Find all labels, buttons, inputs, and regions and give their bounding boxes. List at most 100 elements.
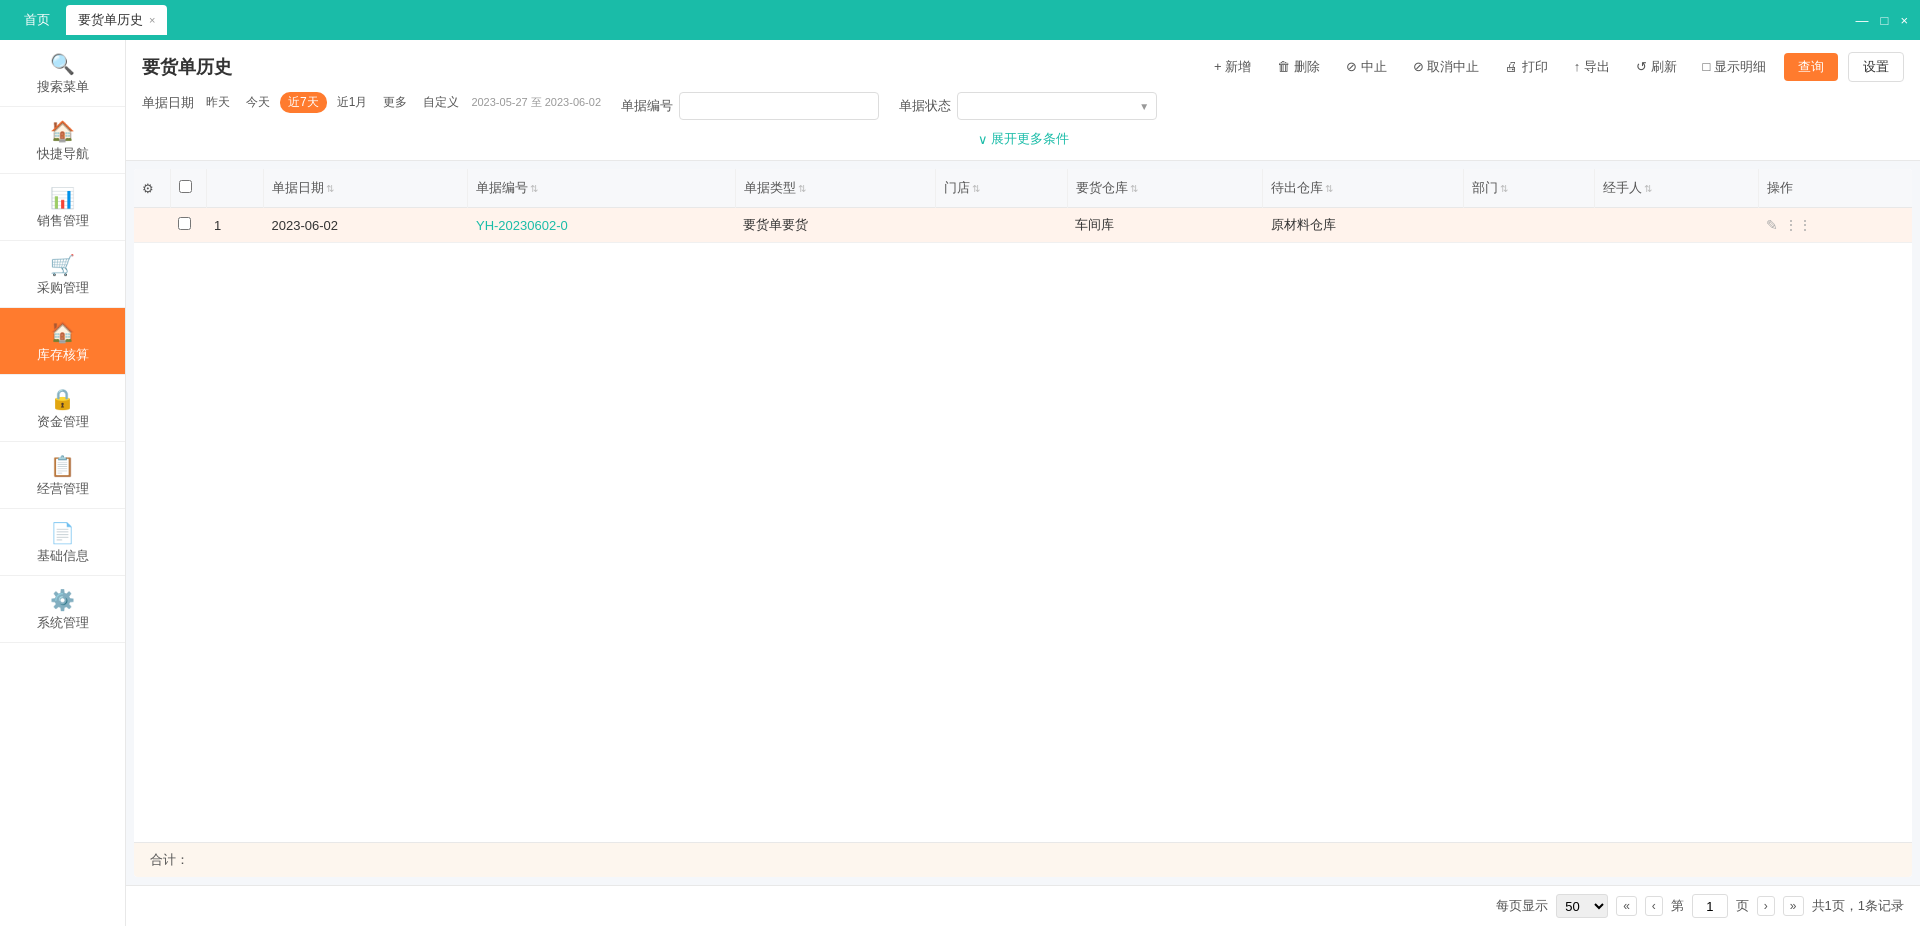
date-btn-custom[interactable]: 自定义 bbox=[417, 92, 465, 113]
docno-link[interactable]: YH-20230602-0 bbox=[476, 218, 568, 233]
export-button[interactable]: ↑ 导出 bbox=[1566, 54, 1618, 80]
sidebar-item-system[interactable]: ⚙️ 系统管理 bbox=[0, 576, 125, 643]
sort-reqwh-icon: ⇅ bbox=[1130, 183, 1138, 194]
col-index-header bbox=[206, 169, 264, 208]
sort-store-icon: ⇅ bbox=[972, 183, 980, 194]
sort-date[interactable]: 单据日期 ⇅ bbox=[272, 179, 334, 197]
row-checkbox[interactable] bbox=[178, 217, 191, 230]
pagination-bar: 每页显示 50 100 200 « ‹ 第 页 › » 共1页，1条记录 bbox=[126, 885, 1920, 926]
sidebar-item-search[interactable]: 🔍 搜索菜单 bbox=[0, 40, 125, 107]
sort-handler-icon: ⇅ bbox=[1644, 183, 1652, 194]
page-title-row: 要货单历史 + 新增 🗑 删除 ⊘ 中止 ⊘ 取消中止 🖨 打印 ↑ 导出 ↺ … bbox=[142, 52, 1904, 82]
window-minimize-btn[interactable]: — bbox=[1856, 13, 1869, 28]
print-button[interactable]: 🖨 打印 bbox=[1497, 54, 1556, 80]
cell-actions: ✎ ⋮⋮ bbox=[1758, 208, 1912, 243]
col-dept-header: 部门 ⇅ bbox=[1463, 169, 1594, 208]
display-button[interactable]: □ 显示明细 bbox=[1695, 54, 1774, 80]
select-all-checkbox[interactable] bbox=[179, 180, 192, 193]
tab-active[interactable]: 要货单历史 × bbox=[66, 5, 167, 35]
status-filter-label: 单据状态 bbox=[899, 97, 951, 115]
sort-reqwh[interactable]: 要货仓库 ⇅ bbox=[1076, 179, 1138, 197]
date-btn-yesterday[interactable]: 昨天 bbox=[200, 92, 236, 113]
search-menu-icon: 🔍 bbox=[50, 54, 75, 74]
sort-pendwh[interactable]: 待出仓库 ⇅ bbox=[1271, 179, 1333, 197]
date-btn-7days[interactable]: 近7天 bbox=[280, 92, 327, 113]
refresh-button[interactable]: ↺ 刷新 bbox=[1628, 54, 1685, 80]
expand-filter-label: 展开更多条件 bbox=[991, 130, 1069, 148]
operation-icon: 📋 bbox=[50, 456, 75, 476]
sidebar-item-finance[interactable]: 🔒 资金管理 bbox=[0, 375, 125, 442]
first-page-btn[interactable]: « bbox=[1616, 896, 1637, 916]
next-page-btn[interactable]: › bbox=[1757, 896, 1775, 916]
sort-doctype[interactable]: 单据类型 ⇅ bbox=[744, 179, 806, 197]
sidebar-item-inventory-label: 库存核算 bbox=[37, 346, 89, 364]
sidebar-item-purchase-label: 采购管理 bbox=[37, 279, 89, 297]
table-footer: 合计： bbox=[134, 842, 1912, 877]
sidebar-item-basic[interactable]: 📄 基础信息 bbox=[0, 509, 125, 576]
sales-icon: 📊 bbox=[50, 188, 75, 208]
expand-filter-btn[interactable]: ∨ 展开更多条件 bbox=[970, 126, 1077, 152]
window-maximize-btn[interactable]: □ bbox=[1881, 13, 1889, 28]
per-page-select[interactable]: 50 100 200 bbox=[1556, 894, 1608, 918]
current-page-input[interactable] bbox=[1692, 894, 1728, 918]
date-btn-more[interactable]: 更多 bbox=[377, 92, 413, 113]
data-table: ⚙ 单据日期 ⇅ 单据编号 bbox=[134, 169, 1912, 243]
cell-pendwh: 原材料仓库 bbox=[1263, 208, 1464, 243]
sort-dept-icon: ⇅ bbox=[1500, 183, 1508, 194]
last-page-btn[interactable]: » bbox=[1783, 896, 1804, 916]
close-tab-icon[interactable]: × bbox=[149, 14, 155, 26]
cell-checkbox bbox=[170, 208, 206, 243]
cell-doctype: 要货单要货 bbox=[735, 208, 936, 243]
sidebar-item-quicknav[interactable]: 🏠 快捷导航 bbox=[0, 107, 125, 174]
edit-action-icon[interactable]: ✎ bbox=[1766, 217, 1778, 233]
col-settings: ⚙ bbox=[134, 169, 170, 208]
new-button[interactable]: + 新增 bbox=[1206, 54, 1259, 80]
sort-date-icon: ⇅ bbox=[326, 183, 334, 194]
filter-date-group: 单据日期 昨天 今天 近7天 近1月 更多 自定义 2023-05-27 至 2… bbox=[142, 92, 601, 113]
cancel-stop-button[interactable]: ⊘ 取消中止 bbox=[1405, 54, 1488, 80]
content-area: 要货单历史 + 新增 🗑 删除 ⊘ 中止 ⊘ 取消中止 🖨 打印 ↑ 导出 ↺ … bbox=[126, 40, 1920, 926]
purchase-icon: 🛒 bbox=[50, 255, 75, 275]
page-label: 第 bbox=[1671, 897, 1684, 915]
status-select[interactable] bbox=[957, 92, 1157, 120]
top-bar-right: — □ × bbox=[1856, 13, 1908, 28]
date-btn-1month[interactable]: 近1月 bbox=[331, 92, 374, 113]
window-close-btn[interactable]: × bbox=[1900, 13, 1908, 28]
finance-icon: 🔒 bbox=[50, 389, 75, 409]
sidebar-item-inventory[interactable]: 🏠 库存核算 bbox=[0, 308, 125, 375]
docno-filter-label: 单据编号 bbox=[621, 97, 673, 115]
tab-home[interactable]: 首页 bbox=[12, 5, 62, 35]
prev-page-btn[interactable]: ‹ bbox=[1645, 896, 1663, 916]
delete-button[interactable]: 🗑 删除 bbox=[1269, 54, 1328, 80]
home-tab-label: 首页 bbox=[24, 11, 50, 29]
settings-button[interactable]: 设置 bbox=[1848, 52, 1904, 82]
date-btn-today[interactable]: 今天 bbox=[240, 92, 276, 113]
cell-reqwh: 车间库 bbox=[1067, 208, 1263, 243]
sidebar-item-operation[interactable]: 📋 经营管理 bbox=[0, 442, 125, 509]
sort-pendwh-icon: ⇅ bbox=[1325, 183, 1333, 194]
sort-docno[interactable]: 单据编号 ⇅ bbox=[476, 179, 538, 197]
query-button[interactable]: 查询 bbox=[1784, 53, 1838, 81]
sort-store[interactable]: 门店 ⇅ bbox=[944, 179, 980, 197]
sort-handler[interactable]: 经手人 ⇅ bbox=[1603, 179, 1652, 197]
expand-row: ∨ 展开更多条件 bbox=[142, 126, 1904, 152]
cell-settings bbox=[134, 208, 170, 243]
filter-docno-group: 单据编号 bbox=[621, 92, 879, 120]
basic-icon: 📄 bbox=[50, 523, 75, 543]
col-pendwh-header: 待出仓库 ⇅ bbox=[1263, 169, 1464, 208]
col-docno-header: 单据编号 ⇅ bbox=[468, 169, 735, 208]
system-icon: ⚙️ bbox=[50, 590, 75, 610]
sidebar-item-sales[interactable]: 📊 销售管理 bbox=[0, 174, 125, 241]
stop-button[interactable]: ⊘ 中止 bbox=[1338, 54, 1395, 80]
sidebar-item-purchase[interactable]: 🛒 采购管理 bbox=[0, 241, 125, 308]
more-action-icon[interactable]: ⋮⋮ bbox=[1784, 217, 1812, 233]
col-doctype-header: 单据类型 ⇅ bbox=[735, 169, 936, 208]
per-page-label: 每页显示 bbox=[1496, 897, 1548, 915]
table-header-row: ⚙ 单据日期 ⇅ 单据编号 bbox=[134, 169, 1912, 208]
cell-index: 1 bbox=[206, 208, 264, 243]
sidebar-item-search-label: 搜索菜单 bbox=[37, 78, 89, 96]
docno-input[interactable] bbox=[679, 92, 879, 120]
sidebar-item-quicknav-label: 快捷导航 bbox=[37, 145, 89, 163]
cell-handler bbox=[1595, 208, 1759, 243]
sort-dept[interactable]: 部门 ⇅ bbox=[1472, 179, 1508, 197]
